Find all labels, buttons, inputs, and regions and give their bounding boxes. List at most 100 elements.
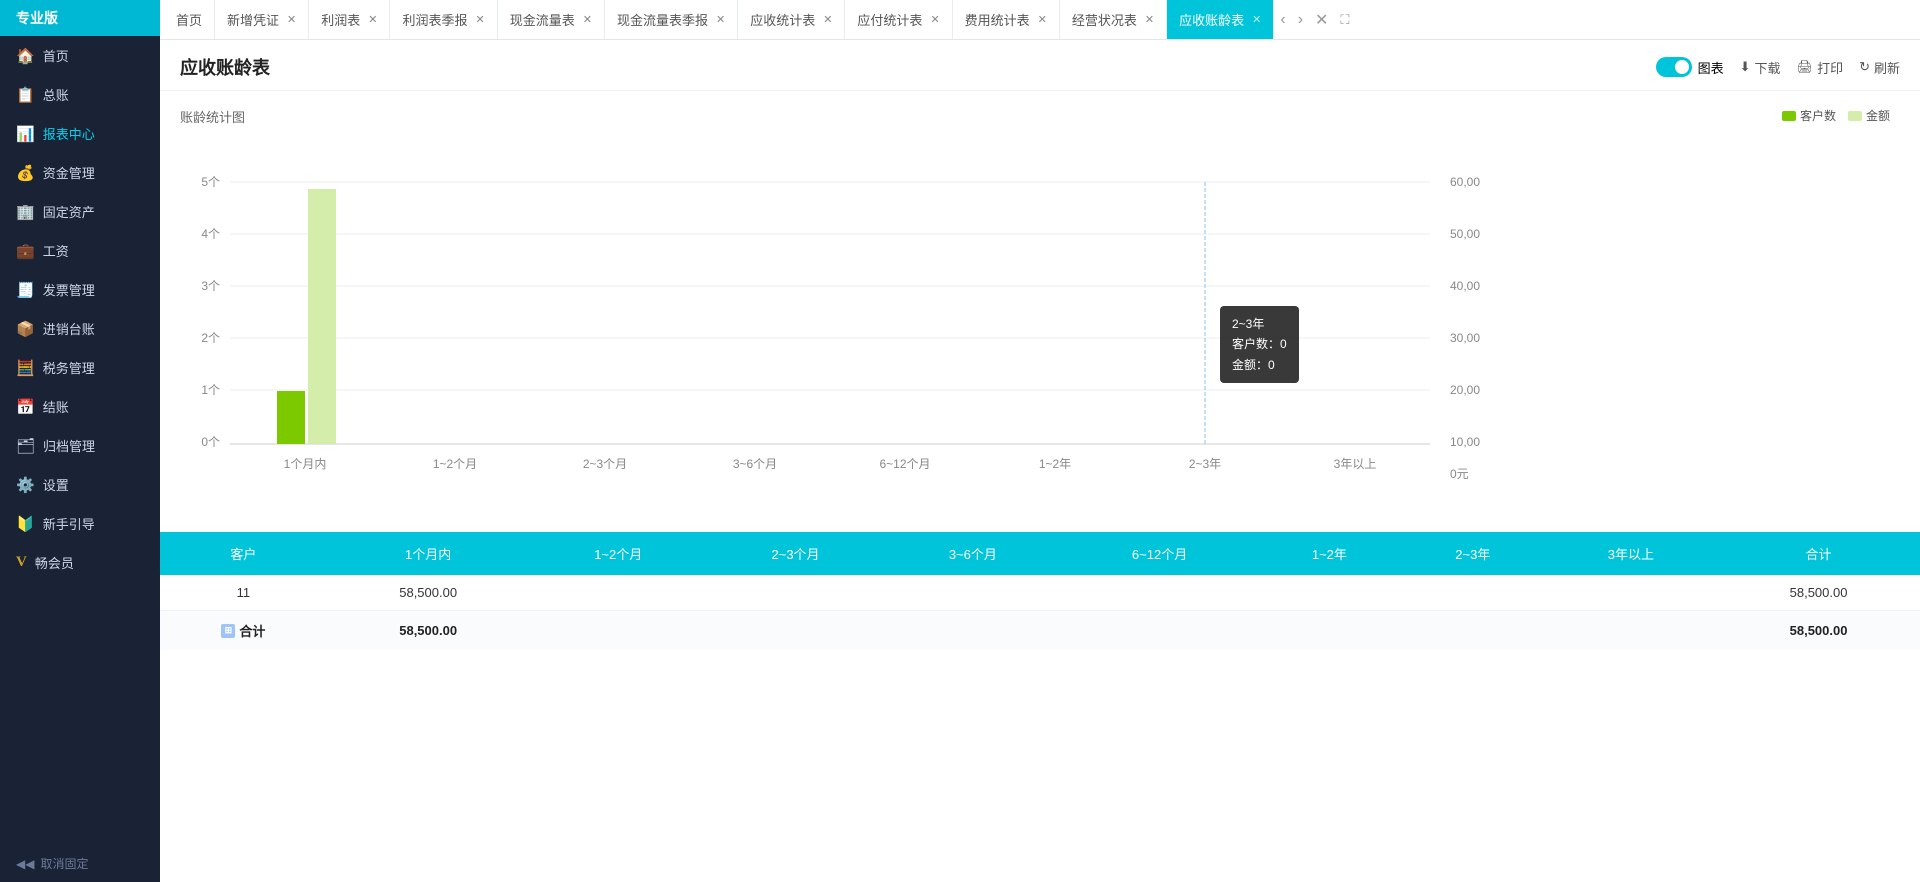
cell-m2 xyxy=(530,575,707,611)
tab-cash-flow[interactable]: 现金流量表 ✕ xyxy=(498,0,605,39)
tab-profit[interactable]: 利润表 ✕ xyxy=(309,0,390,39)
tab-cash-flow-quarterly[interactable]: 现金流量表季报 ✕ xyxy=(605,0,738,39)
tab-profit-label: 利润表 xyxy=(321,10,360,29)
sidebar-label-report-center: 报表中心 xyxy=(43,124,95,143)
legend-customer-count-label: 客户数 xyxy=(1800,107,1836,124)
sidebar-item-invoice-management[interactable]: 🧾 发票管理 xyxy=(0,270,160,309)
total-icon: ⊞ xyxy=(221,624,235,638)
tab-profit-quarterly[interactable]: 利润表季报 ✕ xyxy=(390,0,497,39)
tab-payable-stat[interactable]: 应付统计表 ✕ xyxy=(845,0,952,39)
page-header: 应收账龄表 图表 ⬇ 下载 🖨 打印 ↻ 刷新 xyxy=(160,40,1920,91)
tab-nav-next[interactable]: › xyxy=(1292,11,1309,29)
cell-over3 xyxy=(1545,575,1718,611)
sidebar-item-fixed-assets[interactable]: 🏢 固定资产 xyxy=(0,192,160,231)
download-button[interactable]: ⬇ 下载 xyxy=(1740,58,1781,77)
tab-profit-close[interactable]: ✕ xyxy=(368,13,377,26)
content-area: 应收账龄表 图表 ⬇ 下载 🖨 打印 ↻ 刷新 xyxy=(160,40,1920,882)
sidebar-item-sales-ledger[interactable]: 📦 进销台账 xyxy=(0,309,160,348)
tab-cash-flow-quarterly-label: 现金流量表季报 xyxy=(617,10,708,29)
sidebar-item-tax-management[interactable]: 🧮 税务管理 xyxy=(0,348,160,387)
cell-m6 xyxy=(884,575,1061,611)
legend-customer-count: 客户数 xyxy=(1782,107,1836,124)
data-table-wrap: 客户 1个月内 1~2个月 2~3个月 3~6个月 6~12个月 1~2年 2~… xyxy=(160,532,1920,650)
sidebar-item-fund-management[interactable]: 💰 资金管理 xyxy=(0,153,160,192)
tab-receivable-aging-label: 应收账龄表 xyxy=(1179,10,1244,29)
tab-expense-stat-label: 费用统计表 xyxy=(965,10,1030,29)
sidebar-label-general-ledger: 总账 xyxy=(43,85,69,104)
tab-profit-quarterly-close[interactable]: ✕ xyxy=(476,13,485,26)
th-m12: 6~12个月 xyxy=(1062,532,1258,575)
print-icon: 🖨 xyxy=(1797,59,1814,75)
sidebar-item-report-center[interactable]: 📊 报表中心 xyxy=(0,114,160,153)
sidebar-item-archive[interactable]: 🗂 归档管理 xyxy=(0,426,160,465)
sidebar-item-new-guide[interactable]: 🔰 新手引导 xyxy=(0,504,160,543)
tab-new-voucher[interactable]: 新增凭证 ✕ xyxy=(215,0,309,39)
table-header-row: 客户 1个月内 1~2个月 2~3个月 3~6个月 6~12个月 1~2年 2~… xyxy=(160,532,1920,575)
sidebar-item-period-end[interactable]: 📅 结账 xyxy=(0,387,160,426)
footer-label: ⊞ 合计 xyxy=(160,611,327,651)
data-table: 客户 1个月内 1~2个月 2~3个月 3~6个月 6~12个月 1~2年 2~… xyxy=(160,532,1920,650)
vip-icon: V xyxy=(16,554,27,571)
sidebar-label-settings: 设置 xyxy=(43,475,69,494)
footer-label-text: 合计 xyxy=(239,621,265,640)
print-button[interactable]: 🖨 打印 xyxy=(1797,58,1844,77)
page-title: 应收账龄表 xyxy=(180,54,270,80)
tab-new-voucher-close[interactable]: ✕ xyxy=(287,13,296,26)
svg-text:6~12个月: 6~12个月 xyxy=(879,457,930,471)
table-row: 11 58,500.00 58,500.00 xyxy=(160,575,1920,611)
tab-nav-expand[interactable]: ⛶ xyxy=(1334,12,1355,28)
tab-cash-flow-close[interactable]: ✕ xyxy=(583,13,592,26)
archive-icon: 🗂 xyxy=(16,437,35,455)
sidebar-label-home: 首页 xyxy=(43,46,69,65)
ledger-icon: 📋 xyxy=(16,86,35,104)
sidebar-item-payroll[interactable]: 💼 工资 xyxy=(0,231,160,270)
tab-business-status-label: 经营状况表 xyxy=(1072,10,1137,29)
sidebar-item-vip[interactable]: V 畅会员 xyxy=(0,543,160,582)
svg-text:10,000.00元: 10,000.00元 xyxy=(1450,435,1480,449)
chart-toggle[interactable] xyxy=(1656,57,1692,77)
tab-expense-stat[interactable]: 费用统计表 ✕ xyxy=(953,0,1060,39)
tab-business-status-close[interactable]: ✕ xyxy=(1145,13,1154,26)
sidebar-label-new-guide: 新手引导 xyxy=(43,514,95,533)
tab-cash-flow-quarterly-close[interactable]: ✕ xyxy=(716,13,725,26)
collapse-sidebar-button[interactable]: ◀◀ 取消固定 xyxy=(0,845,160,882)
svg-text:2~3个月: 2~3个月 xyxy=(583,457,627,471)
th-customer: 客户 xyxy=(160,532,327,575)
collapse-arrow-icon: ◀◀ xyxy=(16,857,34,871)
tab-nav-close-all[interactable]: ✕ xyxy=(1309,10,1334,30)
table-footer-row: ⊞ 合计 58,500.00 58,500.00 xyxy=(160,611,1920,651)
tab-payable-stat-close[interactable]: ✕ xyxy=(930,13,939,26)
report-icon: 📊 xyxy=(16,125,35,143)
sidebar-item-settings[interactable]: ⚙️ 设置 xyxy=(0,465,160,504)
svg-text:4个: 4个 xyxy=(201,227,220,241)
tab-nav-prev[interactable]: ‹ xyxy=(1274,11,1291,29)
tab-expense-stat-close[interactable]: ✕ xyxy=(1038,13,1047,26)
sidebar-item-general-ledger[interactable]: 📋 总账 xyxy=(0,75,160,114)
tab-business-status[interactable]: 经营状况表 ✕ xyxy=(1060,0,1167,39)
svg-text:2个: 2个 xyxy=(201,331,220,345)
print-label: 打印 xyxy=(1817,58,1843,77)
app-logo: 专业版 xyxy=(0,0,160,36)
tab-home[interactable]: 首页 xyxy=(164,0,215,39)
bar-customers-1 xyxy=(277,391,305,444)
header-actions: 图表 ⬇ 下载 🖨 打印 ↻ 刷新 xyxy=(1656,57,1900,77)
tab-profit-quarterly-label: 利润表季报 xyxy=(402,10,467,29)
cell-total: 58,500.00 xyxy=(1717,575,1920,611)
tab-receivable-aging[interactable]: 应收账龄表 ✕ xyxy=(1167,0,1274,39)
th-m3: 2~3个月 xyxy=(707,532,884,575)
svg-text:2~3年: 2~3年 xyxy=(1189,457,1221,471)
tab-receivable-stat-close[interactable]: ✕ xyxy=(823,13,832,26)
refresh-button[interactable]: ↻ 刷新 xyxy=(1859,58,1900,77)
footer-y3 xyxy=(1401,611,1544,651)
svg-text:1~2年: 1~2年 xyxy=(1039,457,1071,471)
footer-total: 58,500.00 xyxy=(1717,611,1920,651)
tab-receivable-stat[interactable]: 应收统计表 ✕ xyxy=(738,0,845,39)
tab-new-voucher-label: 新增凭证 xyxy=(227,10,279,29)
fixed-assets-icon: 🏢 xyxy=(16,203,35,221)
chart-title: 账龄统计图 xyxy=(180,107,1900,126)
svg-text:5个: 5个 xyxy=(201,175,220,189)
sidebar-item-home[interactable]: 🏠 首页 xyxy=(0,36,160,75)
tab-receivable-aging-close[interactable]: ✕ xyxy=(1252,13,1261,26)
invoice-icon: 🧾 xyxy=(16,281,35,299)
payroll-icon: 💼 xyxy=(16,242,35,260)
